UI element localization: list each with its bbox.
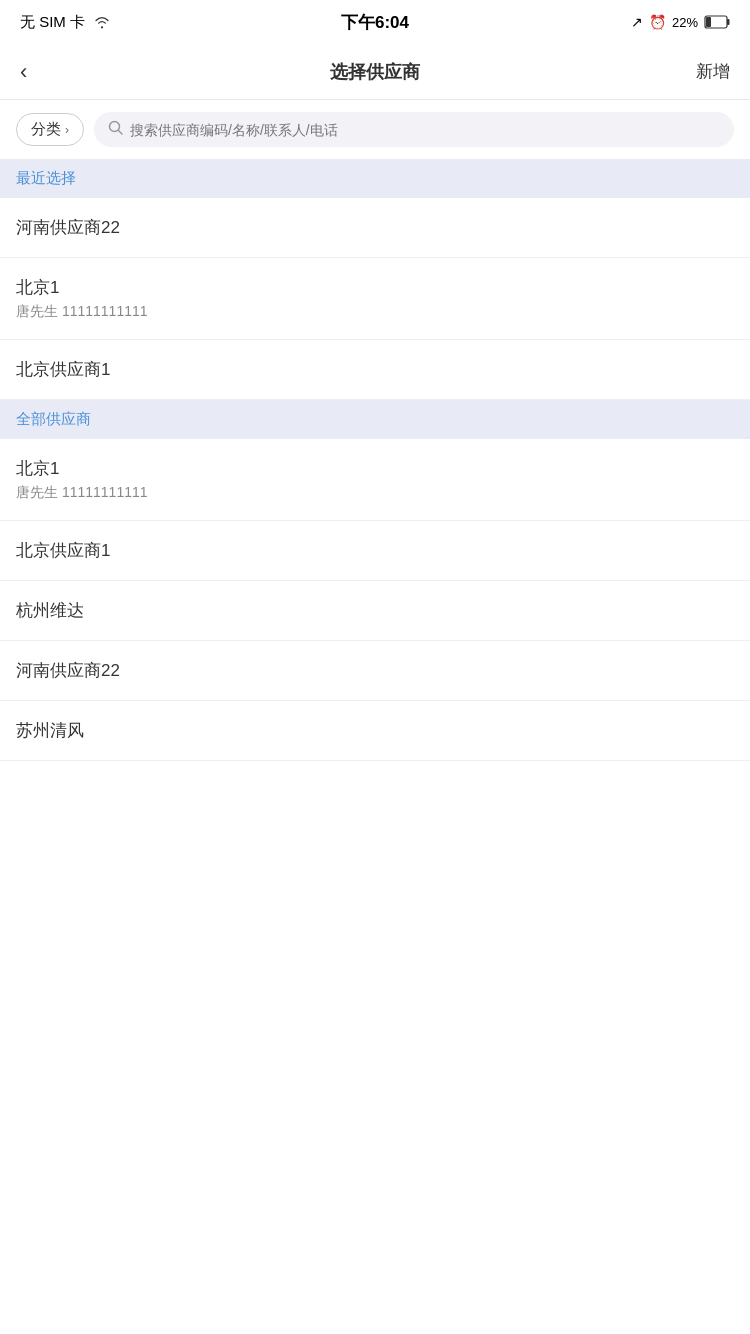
item-name: 北京1	[16, 457, 734, 480]
item-sub: 唐先生 11111111111	[16, 484, 734, 502]
all-list: 北京1 唐先生 11111111111 北京供应商1 杭州维达河南供应商22 苏州清风	[0, 439, 750, 761]
filter-bar: 分类 ›	[0, 100, 750, 159]
status-left: 无 SIM 卡	[20, 13, 111, 32]
wifi-icon	[93, 15, 111, 29]
location-icon: ↗	[631, 14, 643, 30]
item-name: 北京供应商1	[16, 358, 734, 381]
recent-section-header: 最近选择	[0, 159, 750, 198]
battery-label: 22%	[672, 15, 698, 30]
back-button[interactable]: ‹	[20, 59, 60, 85]
status-right: ↗ ⏰ 22%	[631, 14, 730, 30]
all-list-item[interactable]: 苏州清风	[0, 701, 750, 761]
item-name: 河南供应商22	[16, 216, 734, 239]
all-list-item[interactable]: 北京供应商1	[0, 521, 750, 581]
page-title: 选择供应商	[330, 60, 420, 84]
recent-list-item[interactable]: 河南供应商22	[0, 198, 750, 258]
category-label: 分类	[31, 120, 61, 139]
item-name: 北京1	[16, 276, 734, 299]
item-name: 河南供应商22	[16, 659, 734, 682]
search-icon	[108, 120, 124, 139]
status-bar: 无 SIM 卡 下午6:04 ↗ ⏰ 22%	[0, 0, 750, 44]
all-section-label: 全部供应商	[16, 410, 91, 427]
category-arrow-icon: ›	[65, 123, 69, 137]
svg-line-4	[119, 131, 123, 135]
search-box	[94, 112, 734, 147]
recent-list-item[interactable]: 北京供应商1	[0, 340, 750, 400]
sim-label: 无 SIM 卡	[20, 13, 85, 32]
item-sub: 唐先生 11111111111	[16, 303, 734, 321]
status-time: 下午6:04	[341, 11, 409, 34]
all-list-item[interactable]: 杭州维达	[0, 581, 750, 641]
svg-rect-1	[727, 19, 730, 25]
alarm-icon: ⏰	[649, 14, 666, 30]
all-list-item[interactable]: 河南供应商22	[0, 641, 750, 701]
item-name: 苏州清风	[16, 719, 734, 742]
nav-bar: ‹ 选择供应商 新增	[0, 44, 750, 100]
all-section-header: 全部供应商	[0, 400, 750, 439]
search-input[interactable]	[130, 122, 720, 138]
new-action-button[interactable]: 新增	[696, 60, 730, 83]
all-list-item[interactable]: 北京1 唐先生 11111111111	[0, 439, 750, 521]
item-name: 北京供应商1	[16, 539, 734, 562]
recent-list-item[interactable]: 北京1 唐先生 11111111111	[0, 258, 750, 340]
recent-list: 河南供应商22 北京1 唐先生 11111111111 北京供应商1	[0, 198, 750, 400]
svg-rect-2	[706, 17, 711, 27]
item-name: 杭州维达	[16, 599, 734, 622]
battery-icon	[704, 15, 730, 29]
category-button[interactable]: 分类 ›	[16, 113, 84, 146]
recent-section-label: 最近选择	[16, 169, 76, 186]
